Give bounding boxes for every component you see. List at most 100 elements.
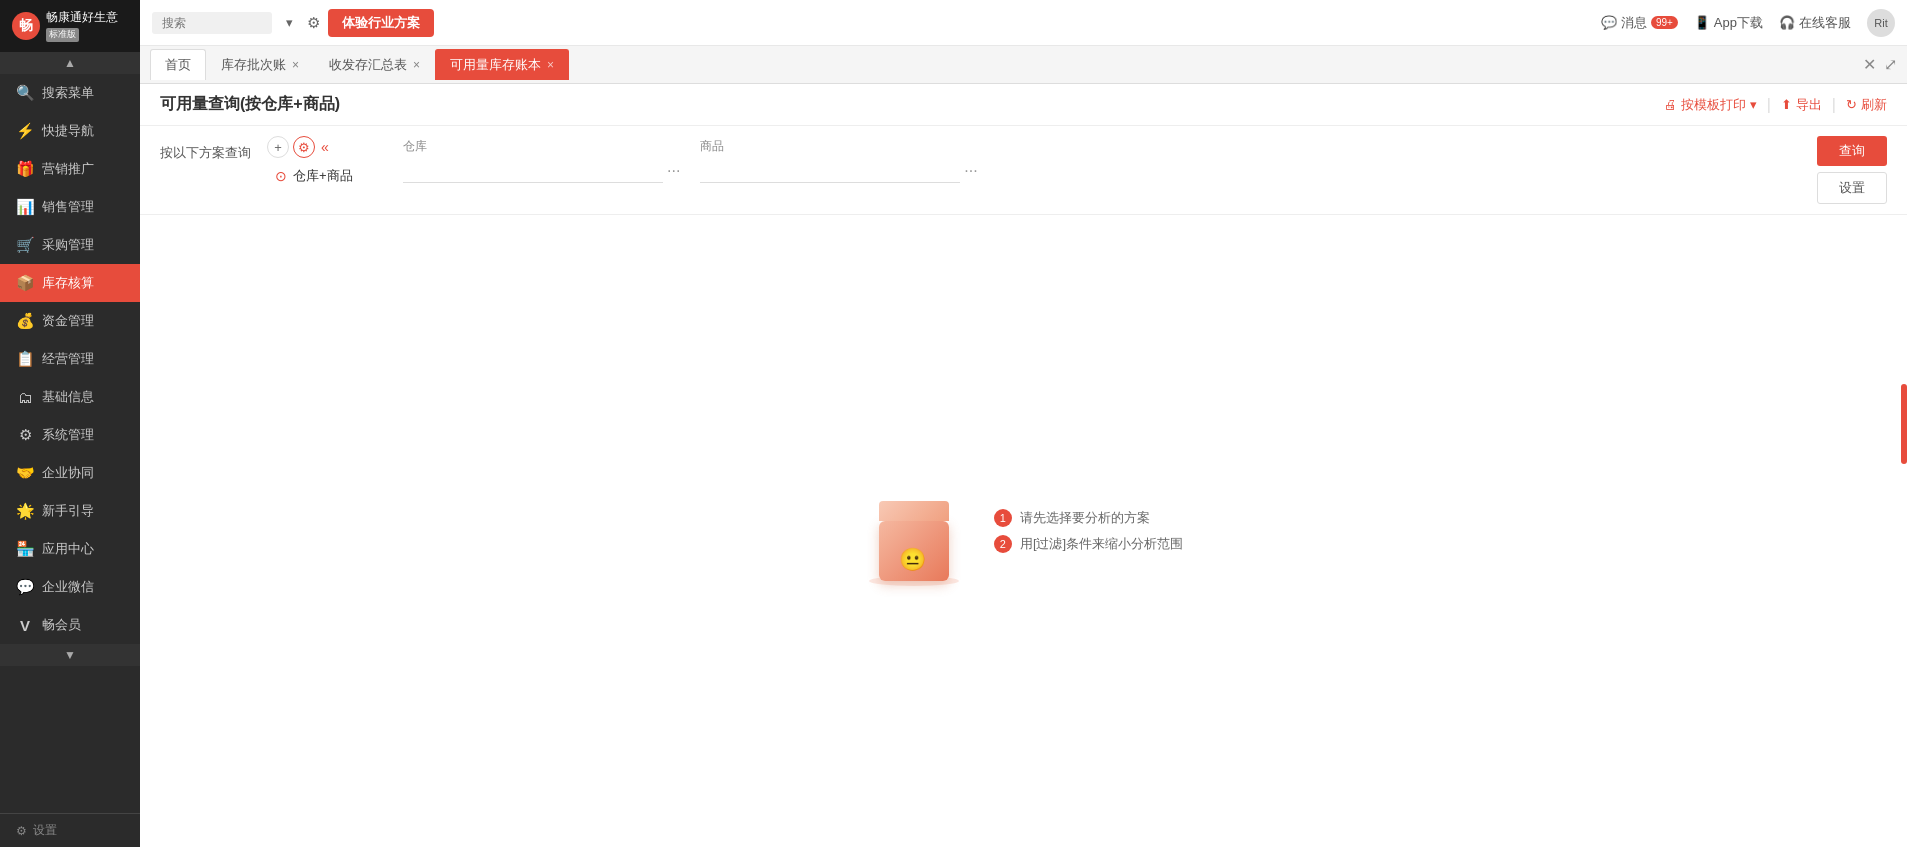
warehouse-filter-group: 仓库 ··· [403,138,680,183]
sidebar-item-marketing[interactable]: 🎁 营销推广 [0,150,140,188]
sidebar-item-enterprise[interactable]: 🤝 企业协同 [0,454,140,492]
sidebar-item-member[interactable]: V 畅会员 [0,606,140,644]
add-scheme-button[interactable]: + [267,136,289,158]
search-icon: 🔍 [16,84,34,102]
tip-num-1: 1 [994,509,1012,527]
empty-tip-2: 2 用[过滤]条件来缩小分析范围 [994,535,1183,553]
warehouse-input[interactable] [403,159,663,183]
export-button[interactable]: ⬆ 导出 [1781,96,1822,114]
gear-icon[interactable]: ⚙ [307,14,320,32]
sidebar-item-label: 快捷导航 [42,122,94,140]
tab-batch-account-close[interactable]: × [292,58,299,72]
sidebar-item-label: 资金管理 [42,312,94,330]
message-icon: 💬 [1601,15,1617,30]
action-separator-1: | [1767,96,1771,114]
goods-filter-label: 商品 [700,138,977,155]
sidebar-item-system[interactable]: ⚙ 系统管理 [0,416,140,454]
page-header: 可用量查询(按仓库+商品) 🖨 按模板打印 ▾ | ⬆ 导出 | ↻ 刷新 [140,84,1907,126]
tab-shipment-summary-close[interactable]: × [413,58,420,72]
export-icon: ⬆ [1781,97,1792,112]
sidebar-item-wechat[interactable]: 💬 企业微信 [0,568,140,606]
sidebar-settings[interactable]: ⚙ 设置 [0,813,140,847]
tabbar: 首页 库存批次账 × 收发存汇总表 × 可用量库存账本 × ✕ ⤢ [140,46,1907,84]
sidebar-item-shortcut[interactable]: ⚡ 快捷导航 [0,112,140,150]
tab-available-stock-close[interactable]: × [547,58,554,72]
sidebar-item-basic[interactable]: 🗂 基础信息 [0,378,140,416]
scheme-icon: ⊙ [275,168,287,184]
sidebar-item-label: 经营管理 [42,350,94,368]
sidebar-item-inventory[interactable]: 📦 库存核算 [0,264,140,302]
sidebar-item-guide[interactable]: 🌟 新手引导 [0,492,140,530]
tab-batch-account[interactable]: 库存批次账 × [206,49,314,80]
warehouse-more-button[interactable]: ··· [667,162,680,180]
tabbar-expand-icon[interactable]: ⤢ [1884,55,1897,74]
page-title: 可用量查询(按仓库+商品) [160,94,340,115]
sidebar-item-label: 畅会员 [42,616,81,634]
messages-button[interactable]: 💬 消息 99+ [1601,14,1678,32]
sidebar-scroll-up[interactable]: ▲ [0,52,140,74]
sidebar-header: 畅 畅康通好生意 标准版 [0,0,140,52]
query-button[interactable]: 查询 [1817,136,1887,166]
warehouse-filter-label: 仓库 [403,138,680,155]
system-icon: ⚙ [16,426,34,444]
goods-more-button[interactable]: ··· [964,162,977,180]
query-label: 按以下方案查询 [160,136,251,162]
empty-tips: 1 请先选择要分析的方案 2 用[过滤]条件来缩小分析范围 [994,509,1183,553]
scheme-container: + ⚙ « ⊙ 仓库+商品 [267,136,387,190]
sidebar-item-label: 企业微信 [42,578,94,596]
print-button[interactable]: 🖨 按模板打印 ▾ [1664,96,1757,114]
goods-filter-group: 商品 ··· [700,138,977,183]
goods-input[interactable] [700,159,960,183]
tabbar-close-icon[interactable]: ✕ [1863,55,1876,74]
sidebar-item-label: 企业协同 [42,464,94,482]
column-settings-button[interactable]: 设置 [1817,172,1887,204]
empty-tip-1: 1 请先选择要分析的方案 [994,509,1183,527]
sidebar-item-label: 基础信息 [42,388,94,406]
query-panel: 按以下方案查询 + ⚙ « ⊙ 仓库+商品 仓库 [140,126,1907,215]
sidebar-item-appstore[interactable]: 🏪 应用中心 [0,530,140,568]
sidebar-item-operation[interactable]: 📋 经营管理 [0,340,140,378]
empty-tip-2-text: 用[过滤]条件来缩小分析范围 [1020,535,1183,553]
refresh-button[interactable]: ↻ 刷新 [1846,96,1887,114]
side-scrollbar[interactable] [1901,384,1907,464]
online-support-button[interactable]: 🎧 在线客服 [1779,14,1851,32]
warehouse-input-wrapper: ··· [403,159,680,183]
collapse-button[interactable]: « [321,139,329,155]
sidebar-item-finance[interactable]: 💰 资金管理 [0,302,140,340]
tab-shipment-summary[interactable]: 收发存汇总表 × [314,49,435,80]
scheme-item-warehouse-goods[interactable]: ⊙ 仓库+商品 [267,162,387,190]
main-area: ▾ ⚙ 体验行业方案 💬 消息 99+ 📱 App下载 🎧 在线客服 Rit [140,0,1907,847]
dropdown-chevron[interactable]: ▾ [280,13,299,32]
sidebar-item-label: 新手引导 [42,502,94,520]
shortcut-icon: ⚡ [16,122,34,140]
sidebar-item-sales[interactable]: 📊 销售管理 [0,188,140,226]
app-download-button[interactable]: 📱 App下载 [1694,14,1763,32]
user-avatar[interactable]: Rit [1867,9,1895,37]
print-dropdown-icon[interactable]: ▾ [1750,97,1757,112]
appstore-icon: 🏪 [16,540,34,558]
app-download-label: App下载 [1714,14,1763,32]
tab-shipment-summary-label: 收发存汇总表 [329,56,407,74]
tip-num-2: 2 [994,535,1012,553]
sales-icon: 📊 [16,198,34,216]
sidebar-item-label: 采购管理 [42,236,94,254]
tab-available-stock[interactable]: 可用量库存账本 × [435,49,569,80]
settings-scheme-button[interactable]: ⚙ [293,136,315,158]
content: 可用量查询(按仓库+商品) 🖨 按模板打印 ▾ | ⬆ 导出 | ↻ 刷新 [140,84,1907,847]
empty-box: 😐 [879,521,949,581]
basic-icon: 🗂 [16,389,34,406]
empty-face-icon: 😐 [899,547,926,573]
trial-button[interactable]: 体验行业方案 [328,9,434,37]
tab-available-stock-label: 可用量库存账本 [450,56,541,74]
inventory-icon: 📦 [16,274,34,292]
sidebar-item-search[interactable]: 🔍 搜索菜单 [0,74,140,112]
sidebar-item-label: 营销推广 [42,160,94,178]
tab-home[interactable]: 首页 [150,49,206,80]
messages-badge: 99+ [1651,16,1678,29]
search-input[interactable] [152,12,272,34]
sidebar-item-label: 系统管理 [42,426,94,444]
scheme-label: 仓库+商品 [293,167,353,185]
sidebar-scroll-down[interactable]: ▼ [0,644,140,666]
refresh-icon: ↻ [1846,97,1857,112]
sidebar-item-purchase[interactable]: 🛒 采购管理 [0,226,140,264]
